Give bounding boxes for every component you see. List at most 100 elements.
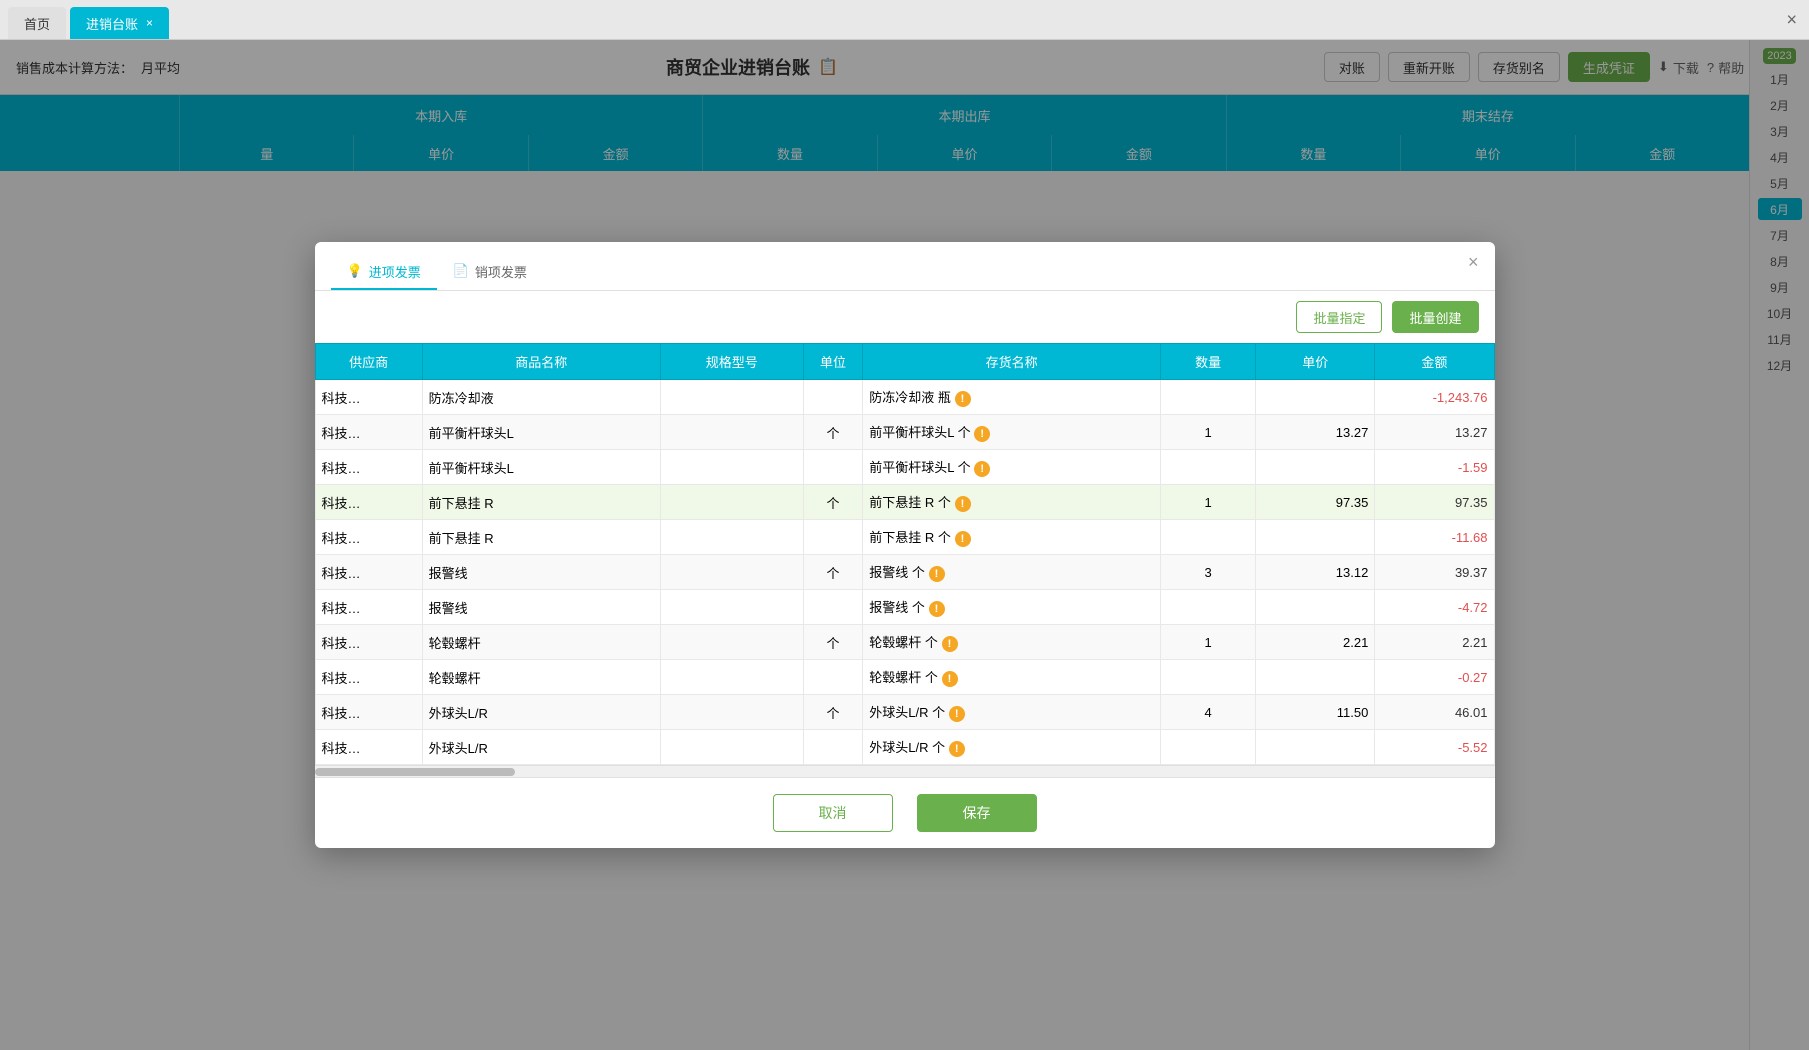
cell-product-name: 报警线 — [422, 555, 660, 590]
cell-product-name: 报警线 — [422, 590, 660, 625]
cell-supplier: 科技… — [315, 450, 422, 485]
th-supplier: 供应商 — [315, 344, 422, 380]
cell-unit — [803, 660, 863, 695]
table-row: 科技… 轮毂螺杆 个 轮毂螺杆 个 ! 1 2.21 2.21 — [315, 625, 1494, 660]
batch-create-button[interactable]: 批量创建 — [1392, 301, 1478, 333]
cell-inventory-name: 外球头L/R 个 ! — [863, 730, 1161, 765]
cell-amount: 39.37 — [1375, 555, 1494, 590]
warning-icon[interactable]: ! — [955, 496, 971, 512]
cell-inventory-name: 报警线 个 ! — [863, 555, 1161, 590]
cell-inventory-name: 外球头L/R 个 ! — [863, 695, 1161, 730]
cell-spec — [660, 730, 803, 765]
modal-table: 供应商 商品名称 规格型号 单位 存货名称 数量 单价 金额 科技… 防冻冷却液 — [315, 343, 1495, 765]
warning-icon[interactable]: ! — [949, 741, 965, 757]
cell-spec — [660, 660, 803, 695]
tab-home[interactable]: 首页 — [8, 7, 66, 39]
tab-sales-invoice[interactable]: 📄 销项发票 — [437, 254, 543, 290]
sales-tab-icon: 📄 — [453, 263, 469, 279]
cell-amount: -5.52 — [1375, 730, 1494, 765]
cell-spec — [660, 520, 803, 555]
cell-inventory-name: 前下悬挂 R 个 ! — [863, 485, 1161, 520]
cell-unit — [803, 520, 863, 555]
cell-unit-price: 97.35 — [1256, 485, 1375, 520]
app-close-btn[interactable]: × — [1786, 9, 1797, 30]
cell-unit: 个 — [803, 415, 863, 450]
cell-quantity — [1161, 520, 1256, 555]
cell-supplier: 科技… — [315, 555, 422, 590]
table-row: 科技… 轮毂螺杆 轮毂螺杆 个 ! -0.27 — [315, 660, 1494, 695]
cell-quantity — [1161, 730, 1256, 765]
tab-ledger-close[interactable]: × — [146, 16, 153, 30]
cell-amount: -11.68 — [1375, 520, 1494, 555]
cell-unit-price — [1256, 380, 1375, 415]
purchase-tab-icon: 💡 — [347, 263, 363, 279]
cell-unit-price — [1256, 730, 1375, 765]
main-content: 销售成本计算方法： 月平均 商贸企业进销台账 📋 对账 重新开账 存货别名 生成… — [0, 40, 1809, 1050]
cell-product-name: 前平衡杆球头L — [422, 415, 660, 450]
modal-toolbar: 批量指定 批量创建 — [315, 291, 1495, 343]
table-row: 科技… 报警线 报警线 个 ! -4.72 — [315, 590, 1494, 625]
cell-amount: -4.72 — [1375, 590, 1494, 625]
cell-unit: 个 — [803, 555, 863, 590]
table-row: 科技… 报警线 个 报警线 个 ! 3 13.12 39.37 — [315, 555, 1494, 590]
warning-icon[interactable]: ! — [949, 706, 965, 722]
horizontal-scrollbar[interactable] — [315, 765, 1495, 777]
cell-product-name: 外球头L/R — [422, 730, 660, 765]
cell-spec — [660, 450, 803, 485]
cell-inventory-name: 轮毂螺杆 个 ! — [863, 660, 1161, 695]
warning-icon[interactable]: ! — [955, 531, 971, 547]
cell-supplier: 科技… — [315, 485, 422, 520]
cell-quantity: 1 — [1161, 415, 1256, 450]
tab-ledger[interactable]: 进销台账 × — [70, 7, 169, 39]
warning-icon[interactable]: ! — [942, 671, 958, 687]
tab-purchase-invoice[interactable]: 💡 进项发票 — [331, 254, 437, 290]
cell-spec — [660, 590, 803, 625]
cell-quantity — [1161, 590, 1256, 625]
cell-product-name: 前下悬挂 R — [422, 520, 660, 555]
cell-quantity: 1 — [1161, 625, 1256, 660]
th-amount: 金额 — [1375, 344, 1494, 380]
tab-ledger-label: 进销台账 — [86, 14, 138, 33]
cell-unit-price — [1256, 590, 1375, 625]
warning-icon[interactable]: ! — [974, 426, 990, 442]
tab-home-label: 首页 — [24, 14, 50, 33]
cell-product-name: 前下悬挂 R — [422, 485, 660, 520]
warning-icon[interactable]: ! — [974, 461, 990, 477]
cell-quantity — [1161, 380, 1256, 415]
save-button[interactable]: 保存 — [917, 794, 1037, 832]
cell-product-name: 轮毂螺杆 — [422, 625, 660, 660]
scroll-thumb[interactable] — [315, 768, 515, 776]
cell-supplier: 科技… — [315, 415, 422, 450]
cell-unit-price: 13.12 — [1256, 555, 1375, 590]
tab-bar: 首页 进销台账 × × — [0, 0, 1809, 40]
cell-supplier: 科技… — [315, 380, 422, 415]
modal-close-btn[interactable]: × — [1468, 252, 1479, 273]
warning-icon[interactable]: ! — [955, 391, 971, 407]
cell-unit — [803, 450, 863, 485]
warning-icon[interactable]: ! — [929, 601, 945, 617]
cell-supplier: 科技… — [315, 730, 422, 765]
warning-icon[interactable]: ! — [929, 566, 945, 582]
cell-quantity: 1 — [1161, 485, 1256, 520]
cell-unit: 个 — [803, 695, 863, 730]
cell-product-name: 防冻冷却液 — [422, 380, 660, 415]
cell-product-name: 轮毂螺杆 — [422, 660, 660, 695]
cell-inventory-name: 前下悬挂 R 个 ! — [863, 520, 1161, 555]
cell-spec — [660, 485, 803, 520]
cell-quantity: 4 — [1161, 695, 1256, 730]
cell-spec — [660, 415, 803, 450]
cell-quantity: 3 — [1161, 555, 1256, 590]
cell-quantity — [1161, 450, 1256, 485]
purchase-tab-label: 进项发票 — [369, 262, 421, 281]
modal-footer: 取消 保存 — [315, 777, 1495, 848]
cell-amount: 13.27 — [1375, 415, 1494, 450]
table-row: 科技… 外球头L/R 个 外球头L/R 个 ! 4 11.50 46.01 — [315, 695, 1494, 730]
cell-unit — [803, 730, 863, 765]
cell-spec — [660, 380, 803, 415]
cancel-button[interactable]: 取消 — [773, 794, 893, 832]
cell-spec — [660, 555, 803, 590]
warning-icon[interactable]: ! — [942, 636, 958, 652]
table-row: 科技… 前平衡杆球头L 前平衡杆球头L 个 ! -1.59 — [315, 450, 1494, 485]
th-product-name: 商品名称 — [422, 344, 660, 380]
batch-designate-button[interactable]: 批量指定 — [1296, 301, 1382, 333]
